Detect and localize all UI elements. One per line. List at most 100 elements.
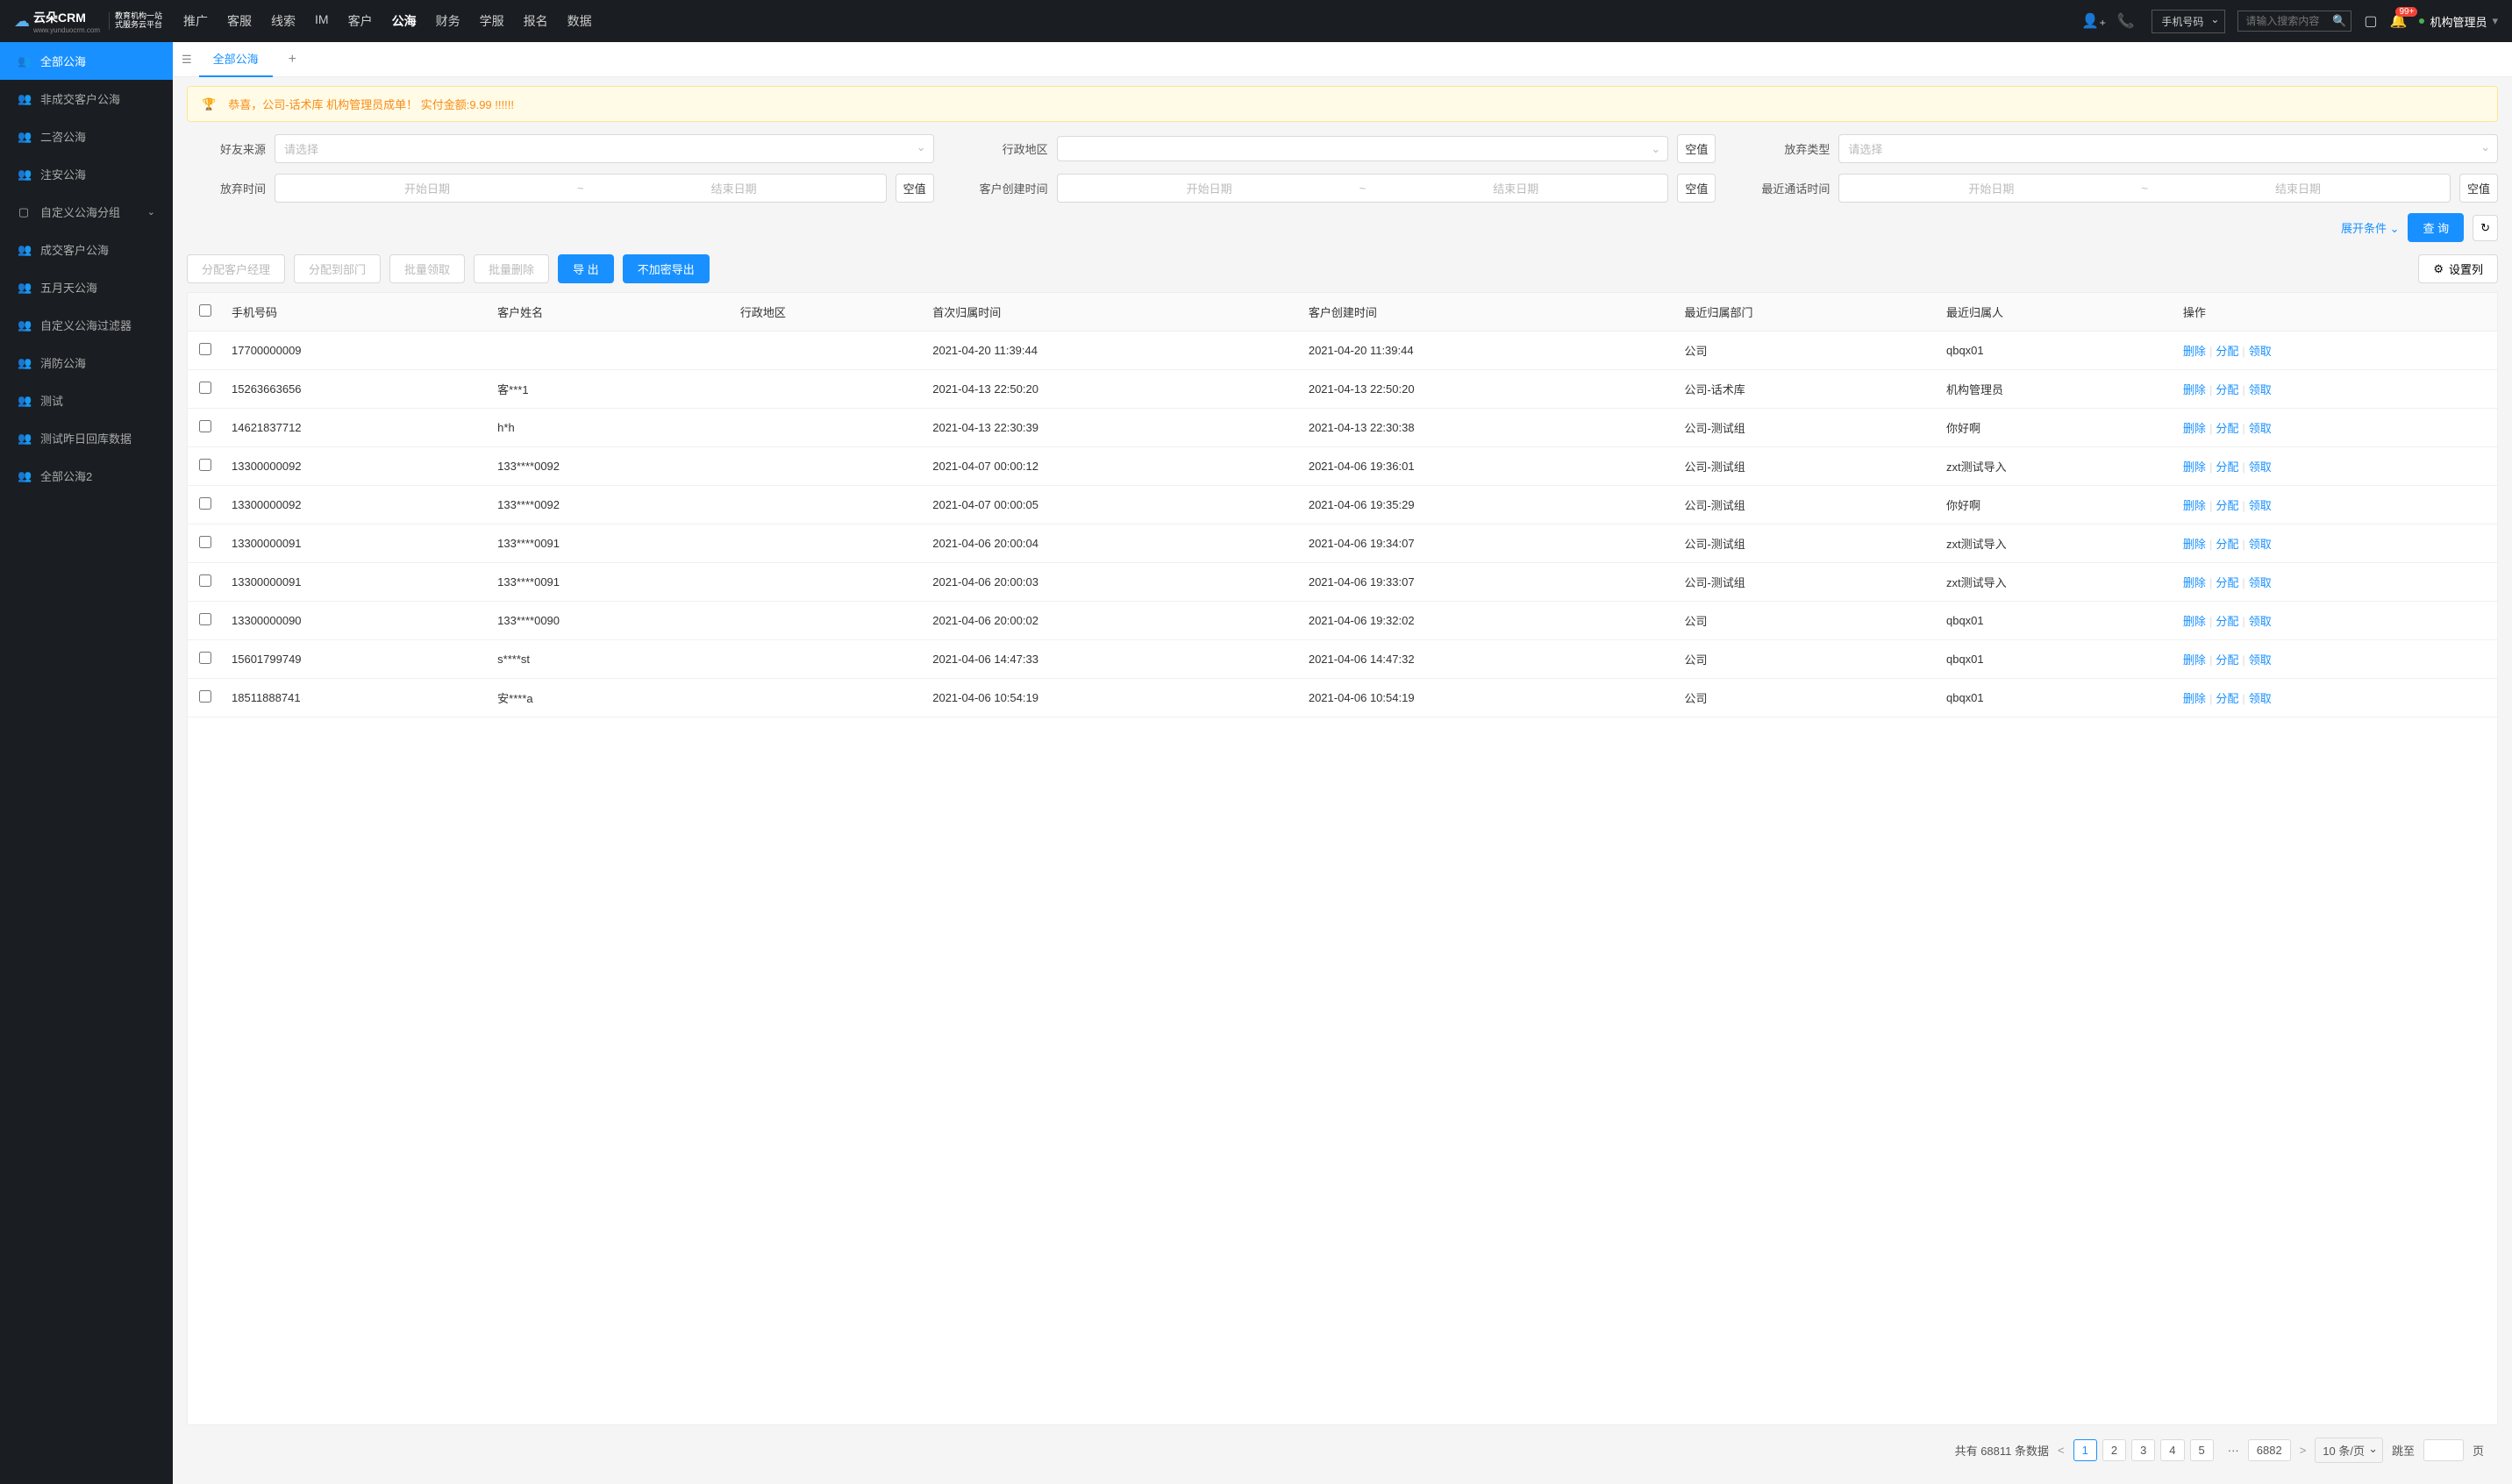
phone-icon[interactable]: 📞 bbox=[2116, 12, 2134, 30]
row-delete-link[interactable]: 删除 bbox=[2183, 499, 2206, 512]
row-checkbox[interactable] bbox=[199, 382, 211, 394]
row-assign-link[interactable]: 分配 bbox=[2216, 538, 2238, 551]
row-assign-link[interactable]: 分配 bbox=[2216, 615, 2238, 628]
row-checkbox[interactable] bbox=[199, 536, 211, 548]
row-claim-link[interactable]: 领取 bbox=[2249, 653, 2272, 667]
row-checkbox[interactable] bbox=[199, 459, 211, 471]
row-delete-link[interactable]: 删除 bbox=[2183, 615, 2206, 628]
row-delete-link[interactable]: 删除 bbox=[2183, 422, 2206, 435]
sidebar-item-0[interactable]: 👥全部公海 bbox=[0, 42, 173, 80]
batch-claim-button[interactable]: 批量领取 bbox=[389, 254, 465, 283]
page-size-select[interactable]: 10 条/页 bbox=[2315, 1438, 2383, 1463]
expand-filters-link[interactable]: 展开条件 ⌄ bbox=[2341, 219, 2400, 236]
row-assign-link[interactable]: 分配 bbox=[2216, 345, 2238, 358]
sidebar-item-1[interactable]: 👥非成交客户公海 bbox=[0, 80, 173, 118]
row-assign-link[interactable]: 分配 bbox=[2216, 460, 2238, 474]
row-delete-link[interactable]: 删除 bbox=[2183, 653, 2206, 667]
row-claim-link[interactable]: 领取 bbox=[2249, 538, 2272, 551]
page-next[interactable]: > bbox=[2300, 1444, 2307, 1457]
row-claim-link[interactable]: 领取 bbox=[2249, 422, 2272, 435]
nav-item-4[interactable]: 客户 bbox=[348, 12, 373, 30]
nav-item-1[interactable]: 客服 bbox=[227, 12, 252, 30]
page-last[interactable]: 6882 bbox=[2248, 1439, 2291, 1461]
page-4[interactable]: 4 bbox=[2160, 1439, 2184, 1461]
filter-abandon-type-select[interactable]: 请选择 bbox=[1838, 134, 2498, 163]
filter-abandon-time-empty[interactable]: 空值 bbox=[896, 174, 934, 203]
device-icon[interactable]: ▢ bbox=[2364, 12, 2377, 30]
row-checkbox[interactable] bbox=[199, 652, 211, 664]
search-type-select[interactable]: 手机号码 bbox=[2152, 10, 2225, 33]
page-prev[interactable]: < bbox=[2058, 1444, 2065, 1457]
row-claim-link[interactable]: 领取 bbox=[2249, 345, 2272, 358]
notification-icon[interactable]: 🔔99+ bbox=[2390, 12, 2408, 30]
row-assign-link[interactable]: 分配 bbox=[2216, 692, 2238, 705]
query-button[interactable]: 查 询 bbox=[2408, 213, 2464, 242]
page-2[interactable]: 2 bbox=[2102, 1439, 2126, 1461]
row-delete-link[interactable]: 删除 bbox=[2183, 383, 2206, 396]
nav-item-7[interactable]: 学服 bbox=[480, 12, 504, 30]
sidebar-item-11[interactable]: 👥全部公海2 bbox=[0, 457, 173, 495]
search-icon[interactable]: 🔍 bbox=[2332, 14, 2346, 28]
user-add-icon[interactable]: 👤₊ bbox=[2081, 12, 2106, 30]
row-checkbox[interactable] bbox=[199, 613, 211, 625]
nav-item-3[interactable]: IM bbox=[315, 12, 329, 30]
assign-dept-button[interactable]: 分配到部门 bbox=[294, 254, 381, 283]
sidebar-item-5[interactable]: 👥成交客户公海 bbox=[0, 231, 173, 268]
row-checkbox[interactable] bbox=[199, 343, 211, 355]
sidebar-item-10[interactable]: 👥测试昨日回库数据 bbox=[0, 419, 173, 457]
row-checkbox[interactable] bbox=[199, 420, 211, 432]
row-claim-link[interactable]: 领取 bbox=[2249, 499, 2272, 512]
tab-add-button[interactable]: + bbox=[280, 52, 305, 68]
nav-item-9[interactable]: 数据 bbox=[567, 12, 592, 30]
nav-item-0[interactable]: 推广 bbox=[183, 12, 208, 30]
row-delete-link[interactable]: 删除 bbox=[2183, 345, 2206, 358]
row-checkbox[interactable] bbox=[199, 690, 211, 703]
row-delete-link[interactable]: 删除 bbox=[2183, 576, 2206, 589]
nav-item-2[interactable]: 线索 bbox=[271, 12, 296, 30]
page-5[interactable]: 5 bbox=[2190, 1439, 2214, 1461]
row-delete-link[interactable]: 删除 bbox=[2183, 538, 2206, 551]
row-claim-link[interactable]: 领取 bbox=[2249, 383, 2272, 396]
sidebar-item-6[interactable]: 👥五月天公海 bbox=[0, 268, 173, 306]
nav-item-5[interactable]: 公海 bbox=[392, 12, 417, 30]
row-assign-link[interactable]: 分配 bbox=[2216, 576, 2238, 589]
row-assign-link[interactable]: 分配 bbox=[2216, 653, 2238, 667]
filter-call-time-empty[interactable]: 空值 bbox=[2459, 174, 2498, 203]
row-checkbox[interactable] bbox=[199, 574, 211, 587]
row-assign-link[interactable]: 分配 bbox=[2216, 422, 2238, 435]
jump-input[interactable] bbox=[2423, 1439, 2464, 1461]
filter-abandon-time-range[interactable]: 开始日期~结束日期 bbox=[275, 174, 887, 203]
sidebar-item-8[interactable]: 👥消防公海 bbox=[0, 344, 173, 382]
row-checkbox[interactable] bbox=[199, 497, 211, 510]
export-plain-button[interactable]: 不加密导出 bbox=[623, 254, 710, 283]
sidebar-item-3[interactable]: 👥注安公海 bbox=[0, 155, 173, 193]
row-delete-link[interactable]: 删除 bbox=[2183, 460, 2206, 474]
row-delete-link[interactable]: 删除 bbox=[2183, 692, 2206, 705]
sidebar-item-9[interactable]: 👥测试 bbox=[0, 382, 173, 419]
columns-settings-button[interactable]: ⚙ 设置列 bbox=[2418, 254, 2498, 283]
select-all-checkbox[interactable] bbox=[199, 304, 211, 317]
user-menu[interactable]: 机构管理员 ▾ bbox=[2419, 13, 2498, 30]
sidebar-item-7[interactable]: 👥自定义公海过滤器 bbox=[0, 306, 173, 344]
row-claim-link[interactable]: 领取 bbox=[2249, 460, 2272, 474]
row-assign-link[interactable]: 分配 bbox=[2216, 383, 2238, 396]
export-button[interactable]: 导 出 bbox=[558, 254, 614, 283]
tab-all-sea[interactable]: 全部公海 bbox=[199, 42, 273, 77]
row-claim-link[interactable]: 领取 bbox=[2249, 615, 2272, 628]
row-claim-link[interactable]: 领取 bbox=[2249, 576, 2272, 589]
filter-call-time-range[interactable]: 开始日期~结束日期 bbox=[1838, 174, 2451, 203]
tabs-menu-icon[interactable]: ☰ bbox=[182, 53, 192, 67]
sidebar-item-4[interactable]: ▢自定义公海分组⌄ bbox=[0, 193, 173, 231]
filter-created-time-empty[interactable]: 空值 bbox=[1677, 174, 1716, 203]
filter-source-select[interactable]: 请选择 bbox=[275, 134, 934, 163]
filter-created-time-range[interactable]: 开始日期~结束日期 bbox=[1057, 174, 1669, 203]
filter-region-select[interactable] bbox=[1057, 136, 1669, 161]
sidebar-item-2[interactable]: 👥二咨公海 bbox=[0, 118, 173, 155]
filter-region-empty[interactable]: 空值 bbox=[1677, 134, 1716, 163]
page-1[interactable]: 1 bbox=[2073, 1439, 2097, 1461]
assign-manager-button[interactable]: 分配客户经理 bbox=[187, 254, 285, 283]
page-3[interactable]: 3 bbox=[2131, 1439, 2155, 1461]
refresh-button[interactable]: ↻ bbox=[2473, 215, 2498, 241]
batch-delete-button[interactable]: 批量删除 bbox=[474, 254, 549, 283]
row-assign-link[interactable]: 分配 bbox=[2216, 499, 2238, 512]
